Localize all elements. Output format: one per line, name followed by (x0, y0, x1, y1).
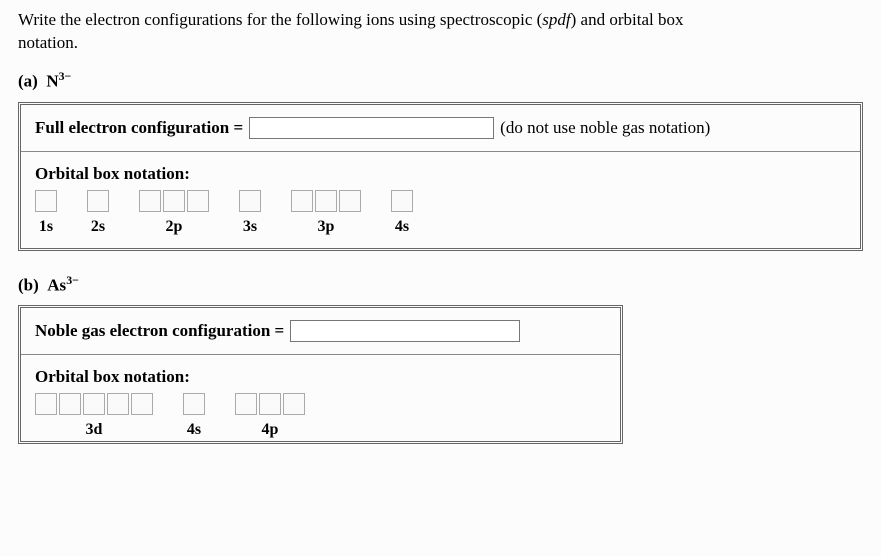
orbital-box[interactable] (239, 190, 261, 212)
orbital-label: 4p (262, 421, 279, 439)
part-b-orbital-groups: 3d 4s 4p (35, 393, 606, 439)
orbital-box[interactable] (131, 393, 153, 415)
orbital-box[interactable] (163, 190, 185, 212)
orbital-box[interactable] (235, 393, 257, 415)
part-a-config-input[interactable] (249, 117, 494, 139)
orbital-box[interactable] (315, 190, 337, 212)
part-b-ion-sup: 3− (66, 273, 79, 287)
orbital-box[interactable] (35, 190, 57, 212)
orbital-group-3s: 3s (239, 190, 261, 236)
orbital-boxes (139, 190, 209, 212)
orbital-label: 1s (39, 218, 53, 236)
part-b-config-label: Noble gas electron configuration = (35, 321, 284, 341)
orbital-group-4s: 4s (391, 190, 413, 236)
orbital-group-1s: 1s (35, 190, 57, 236)
orbital-box[interactable] (187, 190, 209, 212)
part-b-frame: Noble gas electron configuration = Orbit… (18, 305, 623, 444)
intro-line2: notation. (18, 33, 78, 52)
part-a-label: (a) N3− (18, 69, 863, 92)
orbital-box[interactable] (87, 190, 109, 212)
part-a-ion-base: N (46, 72, 58, 91)
orbital-label: 3d (86, 421, 103, 439)
orbital-box[interactable] (339, 190, 361, 212)
part-b-config-row: Noble gas electron configuration = (21, 308, 620, 354)
orbital-boxes (391, 190, 413, 212)
question-intro: Write the electron configurations for th… (18, 9, 863, 55)
orbital-box[interactable] (139, 190, 161, 212)
orbital-boxes (239, 190, 261, 212)
orbital-group-3p: 3p (291, 190, 361, 236)
part-b-ion-base: As (47, 275, 66, 294)
orbital-box[interactable] (35, 393, 57, 415)
part-b-orbital-row: Orbital box notation: 3d 4s 4p (21, 354, 620, 441)
orbital-box[interactable] (59, 393, 81, 415)
orbital-box[interactable] (83, 393, 105, 415)
part-b-prefix: (b) (18, 275, 39, 294)
orbital-label: 2p (166, 218, 183, 236)
intro-spdf: spdf (542, 10, 570, 29)
orbital-boxes (35, 190, 57, 212)
orbital-box[interactable] (259, 393, 281, 415)
orbital-box[interactable] (391, 190, 413, 212)
part-b-label: (b) As3− (18, 273, 863, 296)
orbital-group-4p: 4p (235, 393, 305, 439)
part-a-frame: Full electron configuration = (do not us… (18, 102, 863, 251)
orbital-group-2s: 2s (87, 190, 109, 236)
part-a-orbital-row: Orbital box notation: 1s 2s 2p 3s 3p 4s (21, 151, 860, 248)
orbital-boxes (35, 393, 153, 415)
orbital-boxes (291, 190, 361, 212)
orbital-label: 3p (318, 218, 335, 236)
intro-text-a: Write the electron configurations for th… (18, 10, 542, 29)
part-a-config-row: Full electron configuration = (do not us… (21, 105, 860, 151)
orbital-boxes (183, 393, 205, 415)
orbital-label: 4s (395, 218, 409, 236)
orbital-box[interactable] (183, 393, 205, 415)
part-a-config-hint: (do not use noble gas notation) (500, 118, 710, 138)
orbital-label: 2s (91, 218, 105, 236)
part-a-orbital-groups: 1s 2s 2p 3s 3p 4s (35, 190, 846, 236)
orbital-group-3d: 3d (35, 393, 153, 439)
orbital-box[interactable] (107, 393, 129, 415)
part-b-orbital-title: Orbital box notation: (35, 367, 606, 387)
part-a-ion-sup: 3− (59, 69, 72, 83)
part-a-orbital-title: Orbital box notation: (35, 164, 846, 184)
part-a-prefix: (a) (18, 72, 38, 91)
orbital-box[interactable] (291, 190, 313, 212)
orbital-label: 3s (243, 218, 257, 236)
part-a-config-label: Full electron configuration = (35, 118, 243, 138)
part-b-config-input[interactable] (290, 320, 520, 342)
intro-text-b: ) and orbital box (571, 10, 684, 29)
orbital-group-2p: 2p (139, 190, 209, 236)
orbital-boxes (235, 393, 305, 415)
orbital-box[interactable] (283, 393, 305, 415)
orbital-boxes (87, 190, 109, 212)
orbital-group-4s: 4s (183, 393, 205, 439)
orbital-label: 4s (187, 421, 201, 439)
